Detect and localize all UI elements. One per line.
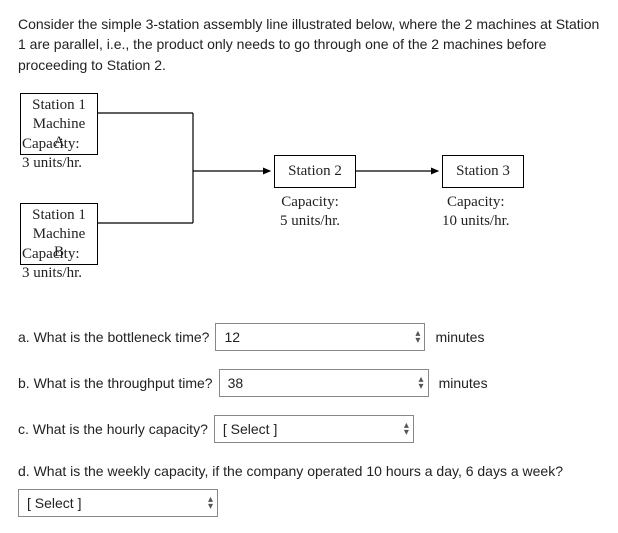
question-b-input[interactable]: 38 ▴▾ — [219, 369, 429, 397]
question-b-value: 38 — [228, 373, 244, 393]
question-b-unit: minutes — [439, 373, 488, 393]
stepper-icon: ▴▾ — [415, 330, 420, 344]
question-a-text: a. What is the bottleneck time? — [18, 327, 209, 347]
question-c: c. What is the hourly capacity? [ Select… — [18, 415, 600, 443]
question-b: b. What is the throughput time? 38 ▴▾ mi… — [18, 369, 600, 397]
question-d: d. What is the weekly capacity, if the c… — [18, 461, 600, 517]
question-b-text: b. What is the throughput time? — [18, 373, 213, 393]
question-a: a. What is the bottleneck time? 12 ▴▾ mi… — [18, 323, 600, 351]
problem-intro: Consider the simple 3-station assembly l… — [18, 14, 600, 75]
question-d-select[interactable]: [ Select ] ▴▾ — [18, 489, 218, 517]
question-a-value: 12 — [224, 327, 240, 347]
question-c-text: c. What is the hourly capacity? — [18, 419, 208, 439]
assembly-line-diagram: Station 1 Machine A Capacity: 3 units/hr… — [18, 93, 600, 299]
question-a-input[interactable]: 12 ▴▾ — [215, 323, 425, 351]
chevron-updown-icon: ▴▾ — [208, 496, 213, 510]
question-d-text: d. What is the weekly capacity, if the c… — [18, 461, 600, 481]
stepper-icon: ▴▾ — [419, 376, 424, 390]
flow-lines — [18, 93, 598, 299]
question-c-select[interactable]: [ Select ] ▴▾ — [214, 415, 414, 443]
question-c-value: [ Select ] — [223, 419, 277, 439]
question-a-unit: minutes — [435, 327, 484, 347]
question-d-value: [ Select ] — [27, 493, 81, 513]
chevron-updown-icon: ▴▾ — [404, 422, 409, 436]
